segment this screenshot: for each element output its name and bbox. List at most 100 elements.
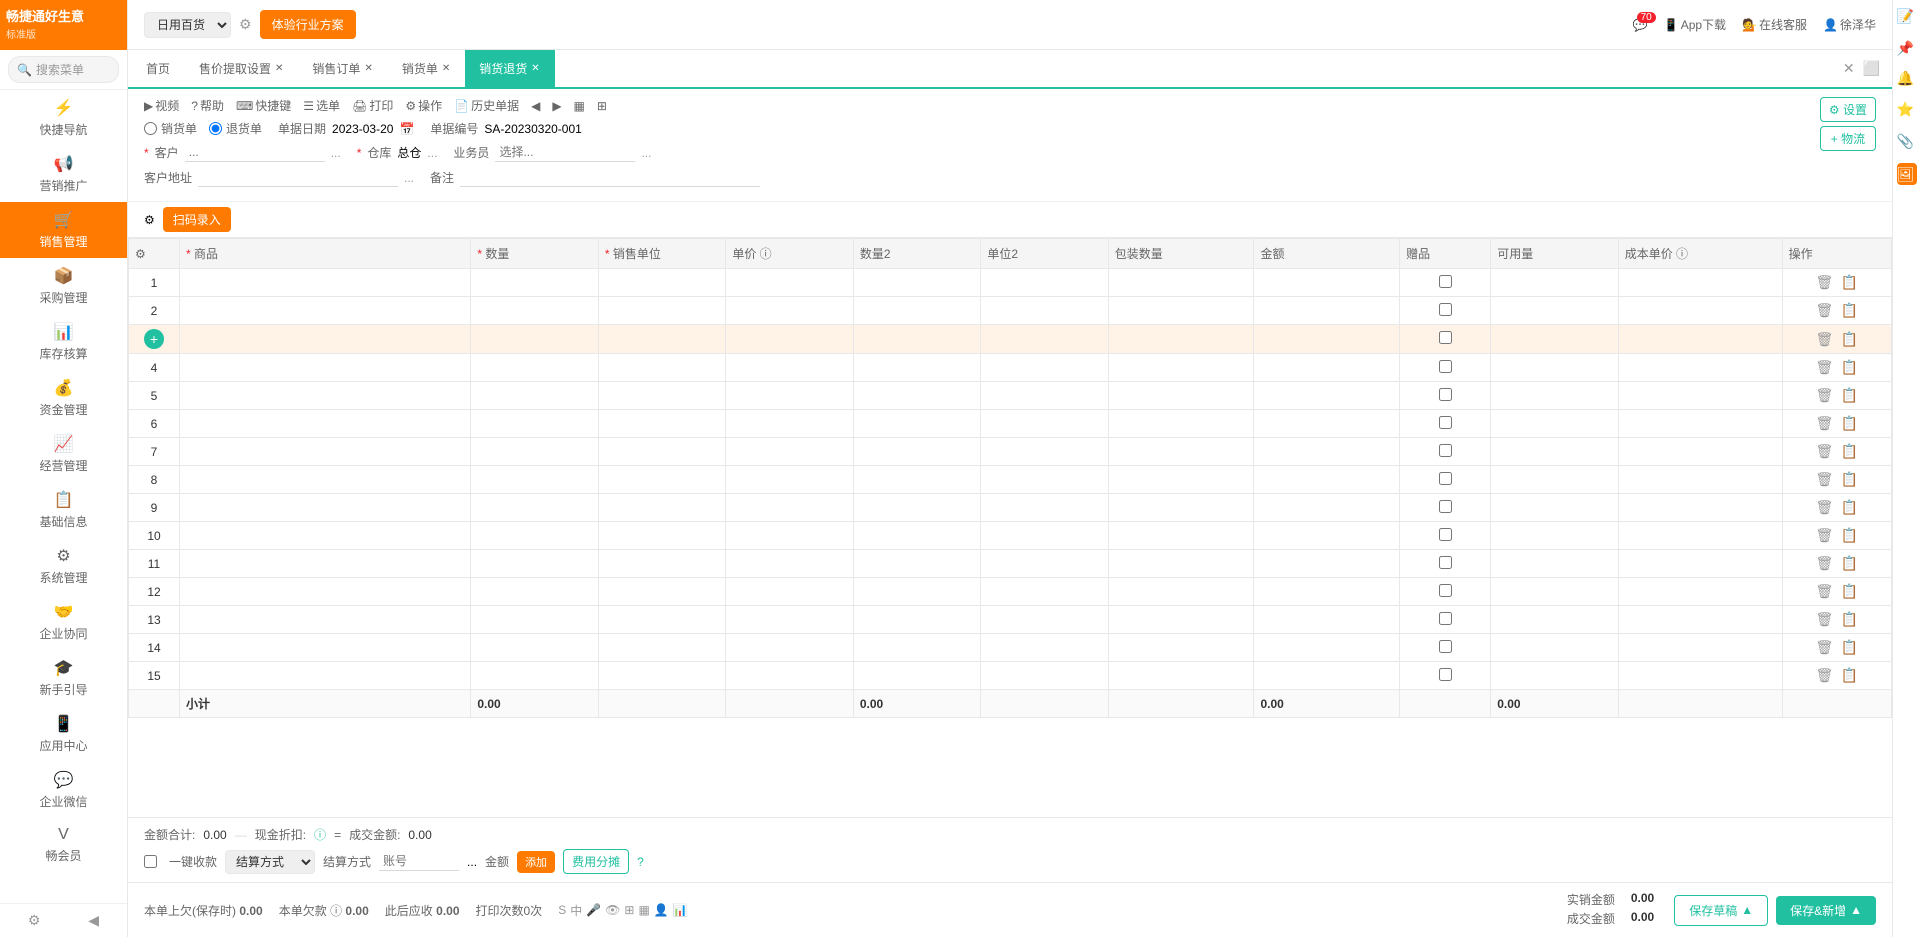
right-panel-btn-1[interactable]: 📝 [1899,8,1915,25]
avail-cell[interactable] [1491,466,1618,494]
delete-row-icon[interactable]: 🗑 [1816,499,1834,515]
avail-cell[interactable] [1491,410,1618,438]
copy-row-icon[interactable]: 📋 [1841,471,1858,487]
sidebar-item-basic-info[interactable]: 📋 基础信息 [0,482,127,538]
price-cell[interactable] [726,466,853,494]
calc-help-icon[interactable]: ⓘ [314,826,326,843]
amount-cell[interactable] [1254,297,1400,325]
gift-checkbox[interactable] [1439,668,1452,681]
unit2-cell[interactable] [981,606,1108,634]
delete-row-icon[interactable]: 🗑 [1816,667,1834,683]
goods-cell[interactable] [179,578,470,606]
amount-cell[interactable] [1254,606,1400,634]
avail-cell[interactable] [1491,494,1618,522]
copy-row-icon[interactable]: 📋 [1841,499,1858,515]
gift-checkbox[interactable] [1439,500,1452,513]
delete-row-icon[interactable]: 🗑 [1816,471,1834,487]
amount-cell[interactable] [1254,354,1400,382]
unit2-cell[interactable] [981,466,1108,494]
gift-checkbox[interactable] [1439,556,1452,569]
gift-checkbox[interactable] [1439,528,1452,541]
qty-cell[interactable] [471,634,598,662]
amount-cell[interactable] [1254,325,1400,354]
gift-checkbox[interactable] [1439,612,1452,625]
copy-row-icon[interactable]: 📋 [1841,667,1858,683]
save-new-button[interactable]: 保存&新增 ▲ [1776,896,1876,925]
add-payment-button[interactable]: 添加 [517,851,555,873]
sidebar-item-marketing[interactable]: 📢 营销推广 [0,146,127,202]
price-cell[interactable] [726,438,853,466]
user-profile-link[interactable]: 👤 徐泽华 [1823,16,1876,33]
sidebar-item-system[interactable]: ⚙ 系统管理 [0,538,127,594]
cost-cell[interactable] [1618,382,1782,410]
sidebar-item-member[interactable]: V 畅会员 [0,818,127,872]
gift-checkbox[interactable] [1439,444,1452,457]
close-tab-btn[interactable]: ✕ [1843,60,1855,77]
delete-row-icon[interactable]: 🗑 [1816,302,1834,318]
qty-cell[interactable] [471,269,598,297]
warehouse-select-btn[interactable]: ... [427,146,437,160]
goods-cell[interactable] [179,297,470,325]
delete-row-icon[interactable]: 🗑 [1816,639,1834,655]
gift-cell[interactable] [1400,354,1491,382]
select-btn[interactable]: ☰ 选单 [303,97,340,114]
settings-icon[interactable]: ⚙ [239,16,252,33]
amount-cell[interactable] [1254,269,1400,297]
unit2-cell[interactable] [981,662,1108,690]
amount-cell[interactable] [1254,466,1400,494]
price-cell[interactable] [726,550,853,578]
sidebar-collapse-btn[interactable]: ◀ [88,912,99,929]
price-cell[interactable] [726,662,853,690]
unit-cell[interactable] [598,522,725,550]
delete-row-icon[interactable]: 🗑 [1816,274,1834,290]
pkg-qty-cell[interactable] [1108,325,1254,354]
delete-row-icon[interactable]: 🗑 [1816,415,1834,431]
qty2-cell[interactable] [853,550,980,578]
gift-cell[interactable] [1400,550,1491,578]
unit2-cell[interactable] [981,634,1108,662]
cost-cell[interactable] [1618,297,1782,325]
online-service-link[interactable]: 💁 在线客服 [1742,16,1807,33]
customer-select-btn[interactable]: ... [331,146,341,160]
operate-btn[interactable]: ⚙ 操作 [405,97,442,114]
cost-cell[interactable] [1618,634,1782,662]
gift-checkbox[interactable] [1439,360,1452,373]
cost-cell[interactable] [1618,354,1782,382]
qty2-cell[interactable] [853,382,980,410]
copy-row-icon[interactable]: 📋 [1841,639,1858,655]
unit-cell[interactable] [598,382,725,410]
avail-cell[interactable] [1491,578,1618,606]
goods-cell[interactable] [179,494,470,522]
avail-cell[interactable] [1491,438,1618,466]
amount-cell[interactable] [1254,578,1400,606]
right-panel-btn-4[interactable]: ⭐ [1899,101,1915,118]
avail-cell[interactable] [1491,325,1618,354]
app-download-link[interactable]: 📱 App下载 [1664,16,1726,33]
help-btn[interactable]: ? 帮助 [191,97,224,114]
unit2-cell[interactable] [981,269,1108,297]
qty2-cell[interactable] [853,269,980,297]
one-click-payment-checkbox[interactable] [144,855,157,868]
amount-cell[interactable] [1254,410,1400,438]
remark-input[interactable] [460,168,760,187]
avail-cell[interactable] [1491,354,1618,382]
pkg-qty-cell[interactable] [1108,354,1254,382]
goods-cell[interactable] [179,662,470,690]
address-select-btn[interactable]: ... [404,171,414,185]
avail-cell[interactable] [1491,522,1618,550]
delete-row-icon[interactable]: 🗑 [1816,443,1834,459]
logistics-button[interactable]: + 物流 [1820,126,1876,151]
qty-cell[interactable] [471,522,598,550]
sidebar-item-collab[interactable]: 🤝 企业协同 [0,594,127,650]
tab-close-icon[interactable]: ✕ [531,63,539,74]
add-row-button[interactable]: + [144,329,164,349]
amount-cell[interactable] [1254,634,1400,662]
gift-checkbox[interactable] [1439,275,1452,288]
price-cell[interactable] [726,634,853,662]
qty-cell[interactable] [471,466,598,494]
copy-row-icon[interactable]: 📋 [1841,359,1858,375]
delete-row-icon[interactable]: 🗑 [1816,387,1834,403]
tab-sales-return[interactable]: 销货退货 ✕ [465,50,554,87]
copy-row-icon[interactable]: 📋 [1841,387,1858,403]
tab-close-icon[interactable]: ✕ [442,63,450,74]
